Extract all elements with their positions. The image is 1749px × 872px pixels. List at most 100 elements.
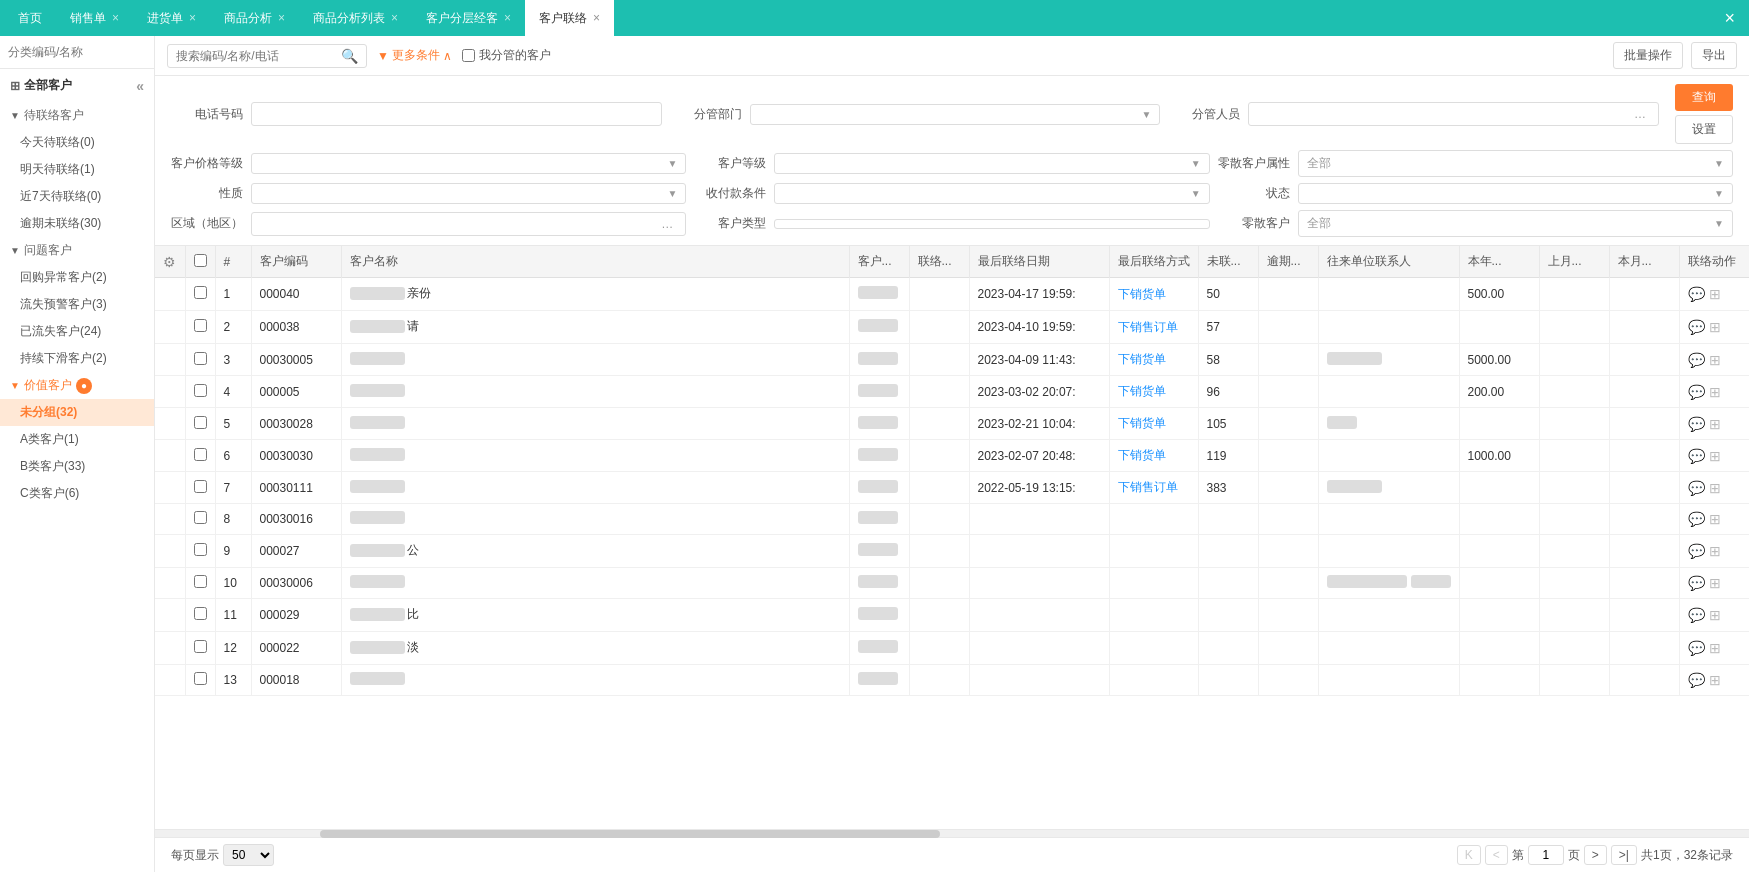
next-page-btn[interactable]: >	[1584, 845, 1607, 865]
more-icon[interactable]: ⊞	[1709, 607, 1721, 623]
row-checkbox[interactable]	[194, 352, 207, 365]
select-all-checkbox[interactable]	[194, 254, 207, 267]
last-method-link[interactable]: 下销货单	[1118, 287, 1166, 301]
tab-purchase-close[interactable]: ×	[189, 11, 196, 25]
sidebar-item-ungrouped[interactable]: 未分组(32)	[0, 399, 154, 426]
more-conditions-btn[interactable]: ▼ 更多条件 ∧	[377, 47, 452, 64]
price-level-select[interactable]: ▼	[251, 153, 686, 174]
tab-customer-segment-close[interactable]: ×	[504, 11, 511, 25]
region-select[interactable]: …	[251, 212, 686, 236]
status-select[interactable]: ▼	[1298, 183, 1733, 204]
more-icon[interactable]: ⊞	[1709, 511, 1721, 527]
row-checkbox[interactable]	[194, 511, 207, 524]
message-icon[interactable]: 💬	[1688, 286, 1705, 302]
row-checkbox[interactable]	[194, 607, 207, 620]
message-icon[interactable]: 💬	[1688, 480, 1705, 496]
tab-product-analysis-list-close[interactable]: ×	[391, 11, 398, 25]
row-checkbox[interactable]	[194, 416, 207, 429]
message-icon[interactable]: 💬	[1688, 384, 1705, 400]
tab-product-analysis-list[interactable]: 商品分析列表 ×	[299, 0, 412, 36]
phone-input[interactable]	[251, 102, 662, 126]
query-button[interactable]: 查询	[1675, 84, 1733, 111]
export-button[interactable]: 导出	[1691, 42, 1737, 69]
sidebar-collapse-btn[interactable]: «	[136, 78, 144, 94]
prev-page-btn[interactable]: <	[1485, 845, 1508, 865]
zero-customer-select[interactable]: 全部 ▼	[1298, 210, 1733, 237]
tab-product-analysis-close[interactable]: ×	[278, 11, 285, 25]
tab-customer-segment[interactable]: 客户分层经客 ×	[412, 0, 525, 36]
region-dots[interactable]: …	[657, 217, 677, 231]
message-icon[interactable]: 💬	[1688, 640, 1705, 656]
tab-product-analysis[interactable]: 商品分析 ×	[210, 0, 299, 36]
per-page-select[interactable]: 50 100 200	[223, 844, 274, 866]
row-checkbox[interactable]	[194, 672, 207, 685]
value-group-header[interactable]: ▼ 价值客户 ●	[0, 372, 154, 399]
my-customers-checkbox-label[interactable]: 我分管的客户	[462, 47, 551, 64]
search-icon[interactable]: 🔍	[341, 48, 358, 64]
message-icon[interactable]: 💬	[1688, 543, 1705, 559]
last-method-link[interactable]: 下销货单	[1118, 352, 1166, 366]
reset-button[interactable]: 设置	[1675, 115, 1733, 144]
tab-home[interactable]: 首页	[4, 0, 56, 36]
window-close[interactable]: ×	[1714, 8, 1745, 29]
message-icon[interactable]: 💬	[1688, 352, 1705, 368]
tab-customer-contact-close[interactable]: ×	[593, 11, 600, 25]
more-icon[interactable]: ⊞	[1709, 286, 1721, 302]
sidebar-item-churn-warning[interactable]: 流失预警客户(3)	[0, 291, 154, 318]
sidebar-item-b-customers[interactable]: B类客户(33)	[0, 453, 154, 480]
sidebar-item-today-pending[interactable]: 今天待联络(0)	[0, 129, 154, 156]
more-icon[interactable]: ⊞	[1709, 352, 1721, 368]
row-checkbox[interactable]	[194, 575, 207, 588]
sidebar-item-a-customers[interactable]: A类客户(1)	[0, 426, 154, 453]
last-method-link[interactable]: 下销货单	[1118, 384, 1166, 398]
batch-op-button[interactable]: 批量操作	[1613, 42, 1683, 69]
row-checkbox[interactable]	[194, 319, 207, 332]
sidebar-item-declining[interactable]: 持续下滑客户(2)	[0, 345, 154, 372]
last-method-link[interactable]: 下销售订单	[1118, 320, 1178, 334]
message-icon[interactable]: 💬	[1688, 416, 1705, 432]
more-icon[interactable]: ⊞	[1709, 672, 1721, 688]
sidebar-item-c-customers[interactable]: C类客户(6)	[0, 480, 154, 507]
message-icon[interactable]: 💬	[1688, 575, 1705, 591]
more-icon[interactable]: ⊞	[1709, 543, 1721, 559]
message-icon[interactable]: 💬	[1688, 319, 1705, 335]
sidebar-item-7day-pending[interactable]: 近7天待联络(0)	[0, 183, 154, 210]
message-icon[interactable]: 💬	[1688, 511, 1705, 527]
person-select[interactable]: …	[1248, 102, 1659, 126]
tab-sales[interactable]: 销售单 ×	[56, 0, 133, 36]
row-checkbox[interactable]	[194, 480, 207, 493]
sidebar-item-abnormal-repurchase[interactable]: 回购异常客户(2)	[0, 264, 154, 291]
sidebar-item-tomorrow-pending[interactable]: 明天待联络(1)	[0, 156, 154, 183]
last-method-link[interactable]: 下销售订单	[1118, 480, 1178, 494]
message-icon[interactable]: 💬	[1688, 448, 1705, 464]
zero-retail-select[interactable]: 全部 ▼	[1298, 150, 1733, 177]
row-checkbox[interactable]	[194, 384, 207, 397]
col-settings[interactable]: ⚙	[155, 246, 185, 278]
horizontal-scrollbar[interactable]	[155, 829, 1749, 837]
row-checkbox[interactable]	[194, 543, 207, 556]
settings-icon[interactable]: ⚙	[163, 254, 176, 270]
sidebar-item-churned[interactable]: 已流失客户(24)	[0, 318, 154, 345]
sidebar-item-overdue-pending[interactable]: 逾期未联络(30)	[0, 210, 154, 237]
all-customers-header[interactable]: ⊞ 全部客户 «	[0, 69, 154, 102]
tab-purchase[interactable]: 进货单 ×	[133, 0, 210, 36]
more-icon[interactable]: ⊞	[1709, 480, 1721, 496]
row-checkbox[interactable]	[194, 448, 207, 461]
row-checkbox[interactable]	[194, 286, 207, 299]
dept-select[interactable]: ▼	[750, 104, 1161, 125]
page-number-input[interactable]	[1528, 845, 1564, 865]
my-customers-checkbox[interactable]	[462, 49, 475, 62]
message-icon[interactable]: 💬	[1688, 672, 1705, 688]
problem-group-header[interactable]: ▼ 问题客户	[0, 237, 154, 264]
sidebar-search-input[interactable]	[8, 45, 155, 59]
more-icon[interactable]: ⊞	[1709, 448, 1721, 464]
more-icon[interactable]: ⊞	[1709, 640, 1721, 656]
search-input[interactable]	[176, 49, 341, 63]
gender-select[interactable]: ▼	[251, 183, 686, 204]
more-icon[interactable]: ⊞	[1709, 384, 1721, 400]
tab-sales-close[interactable]: ×	[112, 11, 119, 25]
first-page-btn[interactable]: K	[1457, 845, 1481, 865]
more-icon[interactable]: ⊞	[1709, 416, 1721, 432]
payment-select[interactable]: ▼	[774, 183, 1209, 204]
customer-type-select[interactable]	[774, 219, 1209, 229]
